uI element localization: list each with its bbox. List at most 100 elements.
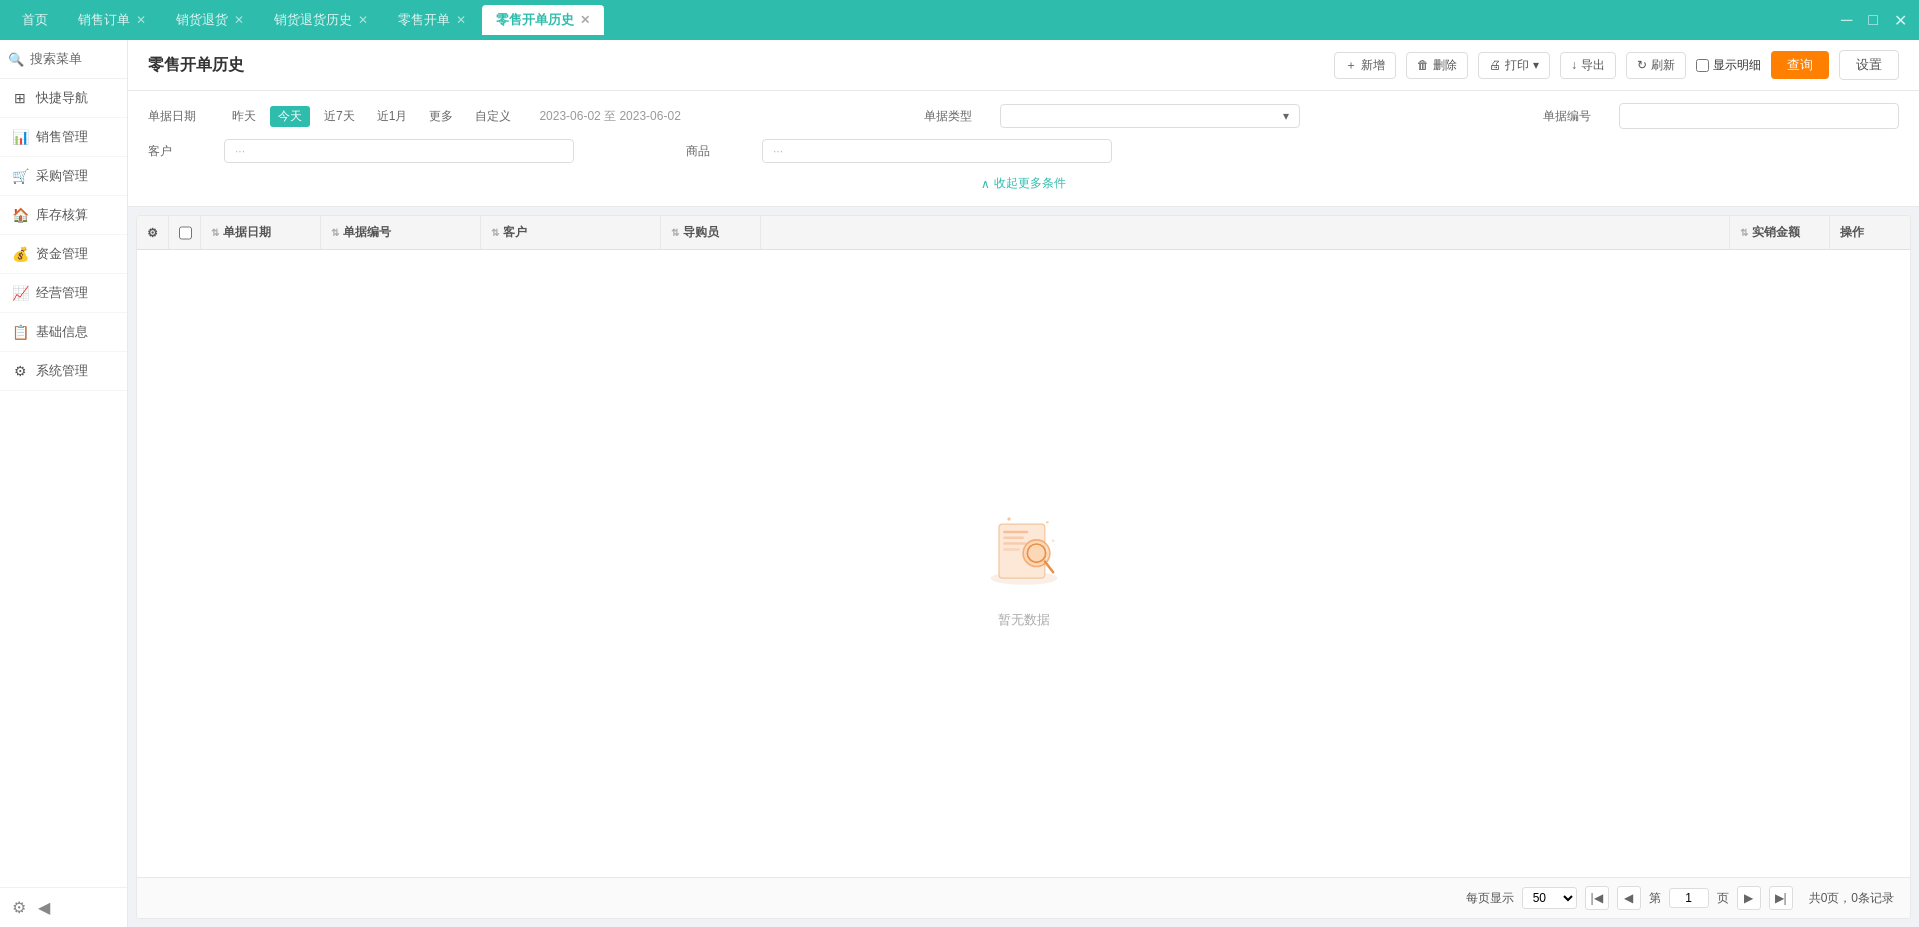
customer-filter-label: 客户 xyxy=(148,143,208,160)
number-filter-label: 单据编号 xyxy=(1543,108,1603,125)
sort-date-icon: ⇅ xyxy=(211,227,219,238)
sidebar-item-quick-nav[interactable]: ⊞ 快捷导航 xyxy=(0,79,127,118)
display-detail-checkbox-label[interactable]: 显示明细 xyxy=(1696,57,1761,74)
pagination: 每页显示 10 20 50 100 |◀ ◀ 第 页 ▶ ▶| 共0页，0条记录 xyxy=(137,877,1910,918)
date-range-display: 2023-06-02 至 2023-06-02 xyxy=(539,108,680,125)
close-tab-sales-return-history[interactable]: ✕ xyxy=(358,13,368,27)
header-actions: ＋ 新增 🗑 删除 🖨 打印 ▾ ↓ 导出 ↻ 刷新 xyxy=(1334,50,1899,80)
svg-rect-2 xyxy=(1003,530,1028,533)
empty-text: 暂无数据 xyxy=(998,611,1050,629)
type-select[interactable]: ▾ xyxy=(1000,104,1300,128)
maximize-button[interactable]: □ xyxy=(1864,7,1882,33)
tab-home[interactable]: 首页 xyxy=(8,5,62,35)
close-tab-retail-open-history[interactable]: ✕ xyxy=(580,13,590,27)
page-number-input[interactable] xyxy=(1669,888,1709,908)
select-all-checkbox[interactable] xyxy=(179,226,192,240)
close-tab-sales-return[interactable]: ✕ xyxy=(234,13,244,27)
filter-area: 单据日期 昨天 今天 近7天 近1月 更多 自定义 2023-06-02 至 2… xyxy=(128,91,1919,207)
prev-page-button[interactable]: ◀ xyxy=(1617,886,1641,910)
sidebar-item-operations[interactable]: 📈 经营管理 xyxy=(0,274,127,313)
empty-illustration xyxy=(974,499,1074,599)
sidebar-item-purchase-mgmt[interactable]: 🛒 采购管理 xyxy=(0,157,127,196)
th-number[interactable]: ⇅ 单据编号 xyxy=(321,216,481,249)
date-7days[interactable]: 近7天 xyxy=(316,106,363,127)
query-button[interactable]: 查询 xyxy=(1771,51,1829,79)
tab-sales-return-history[interactable]: 销货退货历史 ✕ xyxy=(260,5,382,35)
th-customer[interactable]: ⇅ 客户 xyxy=(481,216,661,249)
sidebar-item-inventory[interactable]: 🏠 库存核算 xyxy=(0,196,127,235)
table-empty: 暂无数据 xyxy=(137,250,1910,877)
date-yesterday[interactable]: 昨天 xyxy=(224,106,264,127)
collapse-icon: ∧ xyxy=(981,177,990,191)
date-1month[interactable]: 近1月 xyxy=(369,106,416,127)
close-tab-sales-order[interactable]: ✕ xyxy=(136,13,146,27)
refresh-icon: ↻ xyxy=(1637,58,1647,72)
svg-rect-3 xyxy=(1003,536,1024,539)
add-button[interactable]: ＋ 新增 xyxy=(1334,52,1396,79)
th-salesperson[interactable]: ⇅ 导购员 xyxy=(661,216,761,249)
export-button[interactable]: ↓ 导出 xyxy=(1560,52,1616,79)
gear-icon: ⚙ xyxy=(147,226,158,240)
sidebar-collapse-button[interactable]: ◀ xyxy=(38,898,50,917)
page-header: 零售开单历史 ＋ 新增 🗑 删除 🖨 打印 ▾ ↓ 导出 xyxy=(128,40,1919,91)
per-page-select[interactable]: 10 20 50 100 xyxy=(1522,887,1577,909)
svg-line-8 xyxy=(1044,561,1052,572)
type-filter-label: 单据类型 xyxy=(924,108,984,125)
first-page-button[interactable]: |◀ xyxy=(1585,886,1609,910)
goods-filter-label: 商品 xyxy=(686,143,746,160)
sort-salesperson-icon: ⇅ xyxy=(671,227,679,238)
tab-sales-order[interactable]: 销售订单 ✕ xyxy=(64,5,160,35)
print-button[interactable]: 🖨 打印 ▾ xyxy=(1478,52,1550,79)
plus-icon: ＋ xyxy=(1345,57,1357,74)
svg-rect-5 xyxy=(1003,548,1020,551)
collapse-bar[interactable]: ∧ 收起更多条件 xyxy=(148,173,1899,194)
sidebar-item-system[interactable]: ⚙ 系统管理 xyxy=(0,352,127,391)
sidebar-item-finance[interactable]: 💰 资金管理 xyxy=(0,235,127,274)
print-icon: 🖨 xyxy=(1489,58,1501,72)
refresh-button[interactable]: ↻ 刷新 xyxy=(1626,52,1686,79)
date-more[interactable]: 更多 xyxy=(421,106,461,127)
type-dropdown-icon: ▾ xyxy=(1283,109,1289,123)
date-custom[interactable]: 自定义 xyxy=(467,106,519,127)
main-layout: 🔍 搜索菜单 ⊞ 快捷导航 📊 销售管理 🛒 采购管理 🏠 库存核算 💰 资金管… xyxy=(0,40,1919,927)
tab-retail-open[interactable]: 零售开单 ✕ xyxy=(384,5,480,35)
operations-icon: 📈 xyxy=(12,285,28,301)
customer-input[interactable]: ··· xyxy=(224,139,574,163)
th-date[interactable]: ⇅ 单据日期 xyxy=(201,216,321,249)
sidebar-item-basic-info[interactable]: 📋 基础信息 xyxy=(0,313,127,352)
filter-dates: 昨天 今天 近7天 近1月 更多 自定义 xyxy=(224,106,519,127)
export-icon: ↓ xyxy=(1571,58,1577,72)
sidebar-search[interactable]: 🔍 搜索菜单 xyxy=(0,40,127,79)
sidebar-settings-button[interactable]: ⚙ xyxy=(12,898,26,917)
th-amount[interactable]: ⇅ 实销金额 xyxy=(1730,216,1830,249)
delete-icon: 🗑 xyxy=(1417,58,1429,72)
purchase-icon: 🛒 xyxy=(12,168,28,184)
number-input[interactable] xyxy=(1619,103,1899,129)
table-header: ⚙ ⇅ 单据日期 ⇅ 单据编号 ⇅ 客户 ⇅ xyxy=(137,216,1910,250)
sidebar: 🔍 搜索菜单 ⊞ 快捷导航 📊 销售管理 🛒 采购管理 🏠 库存核算 💰 资金管… xyxy=(0,40,128,927)
date-today[interactable]: 今天 xyxy=(270,106,310,127)
th-gear[interactable]: ⚙ xyxy=(137,216,169,249)
sidebar-item-sales-mgmt[interactable]: 📊 销售管理 xyxy=(0,118,127,157)
close-button[interactable]: ✕ xyxy=(1890,7,1911,34)
goods-ellipsis: ··· xyxy=(773,144,783,158)
page-title: 零售开单历史 xyxy=(148,55,244,76)
next-page-button[interactable]: ▶ xyxy=(1737,886,1761,910)
th-spacer xyxy=(761,216,1730,249)
basic-info-icon: 📋 xyxy=(12,324,28,340)
minimize-button[interactable]: ─ xyxy=(1837,7,1856,33)
svg-rect-4 xyxy=(1003,542,1026,545)
settings-button[interactable]: 设置 xyxy=(1839,50,1899,80)
search-icon: 🔍 xyxy=(8,52,24,67)
delete-button[interactable]: 🗑 删除 xyxy=(1406,52,1468,79)
content-area: 零售开单历史 ＋ 新增 🗑 删除 🖨 打印 ▾ ↓ 导出 xyxy=(128,40,1919,927)
last-page-button[interactable]: ▶| xyxy=(1769,886,1793,910)
tab-sales-return[interactable]: 销货退货 ✕ xyxy=(162,5,258,35)
per-page-label: 每页显示 xyxy=(1466,890,1514,907)
customer-ellipsis: ··· xyxy=(235,144,245,158)
close-tab-retail-open[interactable]: ✕ xyxy=(456,13,466,27)
display-detail-checkbox[interactable] xyxy=(1696,59,1709,72)
date-filter-label: 单据日期 xyxy=(148,108,208,125)
tab-retail-open-history[interactable]: 零售开单历史 ✕ xyxy=(482,5,604,35)
goods-input[interactable]: ··· xyxy=(762,139,1112,163)
